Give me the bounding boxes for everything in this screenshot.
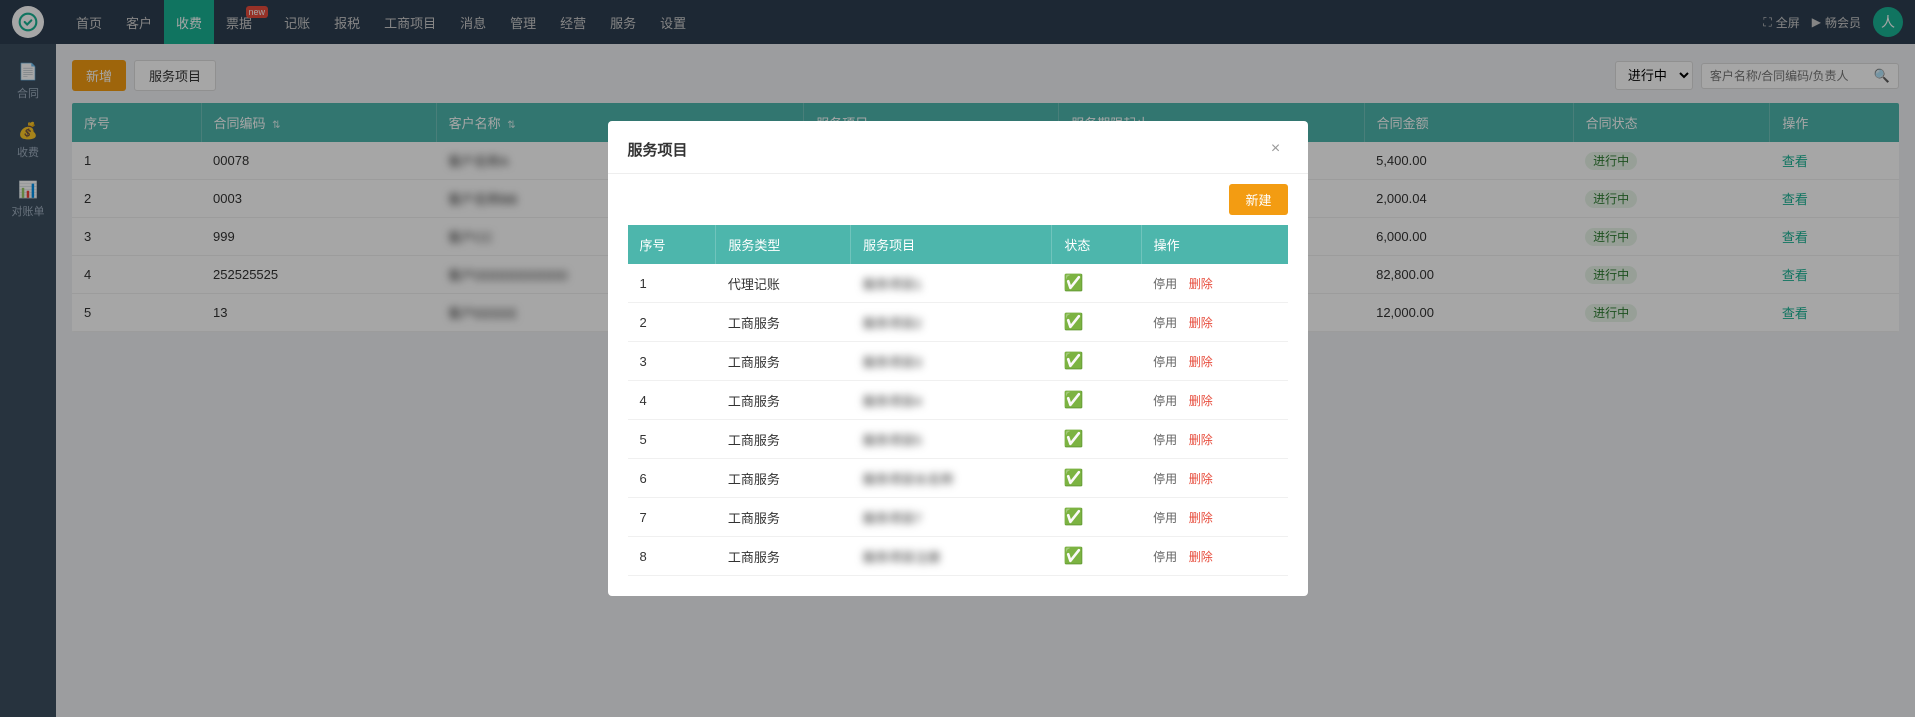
modal-body: 序号 服务类型 服务项目 状态 操作 1 代理记账 服务项目1	[608, 225, 1308, 596]
modal-table-row: 6 工商服务 服务项目长名称 ✅ 停用 删除	[628, 459, 1288, 498]
delete-button[interactable]: 删除	[1189, 433, 1213, 447]
modal-header: 服务项目 ×	[608, 121, 1308, 174]
delete-button[interactable]: 删除	[1189, 355, 1213, 369]
stop-button[interactable]: 停用	[1153, 472, 1177, 486]
delete-button[interactable]: 删除	[1189, 277, 1213, 291]
modal-table-row: 1 代理记账 服务项目1 ✅ 停用 删除	[628, 264, 1288, 303]
stop-button[interactable]: 停用	[1153, 277, 1177, 291]
modal-toolbar: 新建	[608, 174, 1308, 225]
status-check-icon: ✅	[1064, 392, 1084, 409]
modal-table-row: 4 工商服务 服务项目4 ✅ 停用 删除	[628, 381, 1288, 420]
status-check-icon: ✅	[1064, 548, 1084, 565]
delete-button[interactable]: 删除	[1189, 316, 1213, 330]
modal-table-row: 2 工商服务 服务项目2 ✅ 停用 删除	[628, 303, 1288, 342]
status-check-icon: ✅	[1064, 275, 1084, 292]
modal-title: 服务项目	[628, 139, 688, 160]
service-items-modal: 服务项目 × 新建 序号 服务类型 服务项目 状态	[608, 121, 1308, 596]
status-check-icon: ✅	[1064, 470, 1084, 487]
layout: 📄 合同 💰 收费 📊 对账单 新增 服务项目 进行中 全部 已结束	[0, 44, 1915, 717]
modal-col-seq: 序号	[628, 225, 716, 264]
stop-button[interactable]: 停用	[1153, 355, 1177, 369]
modal-table-row: 5 工商服务 服务项目5 ✅ 停用 删除	[628, 420, 1288, 459]
status-check-icon: ✅	[1064, 509, 1084, 526]
modal-col-type: 服务类型	[716, 225, 851, 264]
modal-new-button[interactable]: 新建	[1229, 184, 1287, 215]
stop-button[interactable]: 停用	[1153, 550, 1177, 564]
delete-button[interactable]: 删除	[1189, 550, 1213, 564]
stop-button[interactable]: 停用	[1153, 394, 1177, 408]
modal-table-row: 3 工商服务 服务项目3 ✅ 停用 删除	[628, 342, 1288, 381]
delete-button[interactable]: 删除	[1189, 394, 1213, 408]
delete-button[interactable]: 删除	[1189, 511, 1213, 525]
main-content: 新增 服务项目 进行中 全部 已结束 🔍 序号 合	[56, 44, 1915, 717]
modal-table-row: 8 工商服务 服务项目注册 ✅ 停用 删除	[628, 537, 1288, 576]
close-icon[interactable]: ×	[1264, 137, 1288, 161]
delete-button[interactable]: 删除	[1189, 472, 1213, 486]
modal-col-status: 状态	[1052, 225, 1141, 264]
stop-button[interactable]: 停用	[1153, 433, 1177, 447]
modal-overlay[interactable]: 服务项目 × 新建 序号 服务类型 服务项目 状态	[56, 44, 1915, 717]
modal-table-row: 7 工商服务 服务项目7 ✅ 停用 删除	[628, 498, 1288, 537]
stop-button[interactable]: 停用	[1153, 511, 1177, 525]
status-check-icon: ✅	[1064, 431, 1084, 448]
status-check-icon: ✅	[1064, 314, 1084, 331]
stop-button[interactable]: 停用	[1153, 316, 1177, 330]
status-check-icon: ✅	[1064, 353, 1084, 370]
modal-col-action: 操作	[1141, 225, 1287, 264]
modal-col-item: 服务项目	[851, 225, 1052, 264]
modal-service-table: 序号 服务类型 服务项目 状态 操作 1 代理记账 服务项目1	[628, 225, 1288, 576]
